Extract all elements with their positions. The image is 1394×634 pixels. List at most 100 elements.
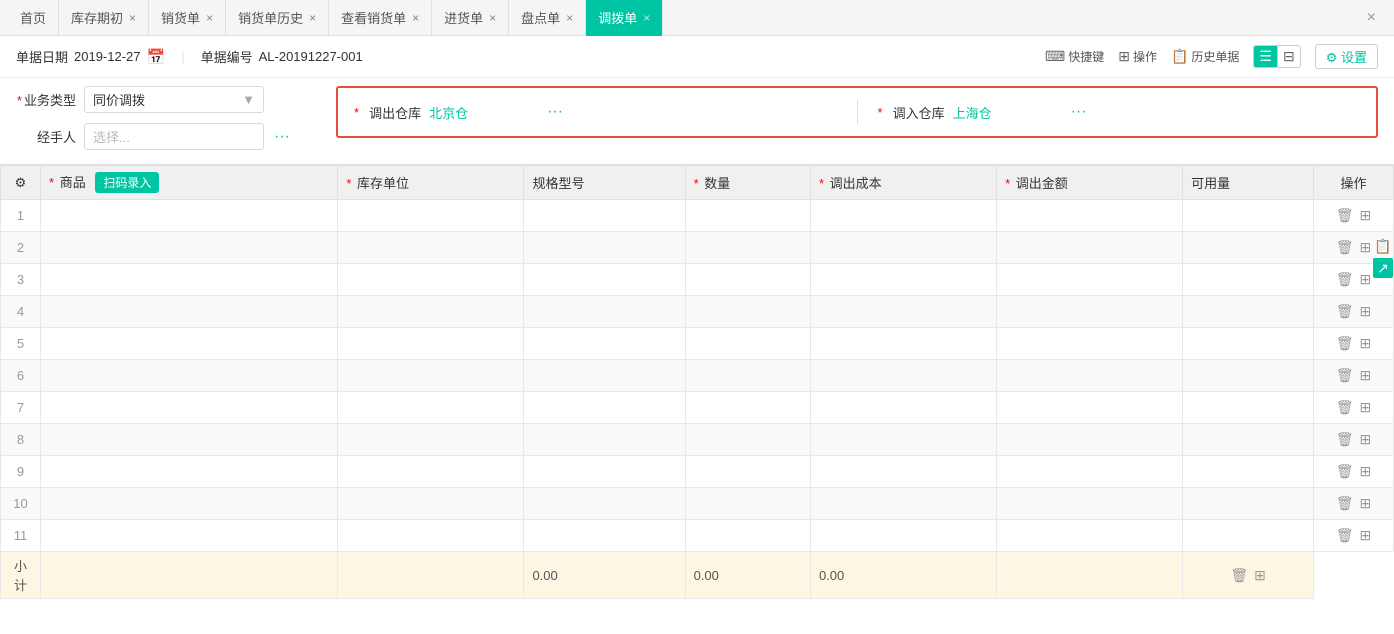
unit-cell[interactable]: [338, 328, 524, 360]
close-inventory-init[interactable]: ×: [129, 11, 136, 25]
available-cell[interactable]: [1183, 424, 1314, 456]
available-cell[interactable]: [1183, 520, 1314, 552]
unit-cell[interactable]: [338, 392, 524, 424]
product-cell[interactable]: [41, 264, 338, 296]
cost-cell[interactable]: [810, 392, 996, 424]
qty-cell[interactable]: [685, 264, 810, 296]
copy-icon[interactable]: ⊞: [1360, 495, 1372, 512]
history-btn[interactable]: 📋 历史单据: [1171, 48, 1239, 65]
amount-cell[interactable]: [997, 424, 1183, 456]
copy-icon[interactable]: ⊞: [1360, 367, 1372, 384]
qty-cell[interactable]: [685, 328, 810, 360]
setting-btn[interactable]: ⚙ 设置: [1315, 44, 1378, 69]
warehouse-in-more[interactable]: ···: [1071, 103, 1087, 121]
copy-icon[interactable]: ⊞: [1360, 239, 1372, 256]
tab-stocktake[interactable]: 盘点单 ×: [509, 0, 586, 36]
tab-inventory-init[interactable]: 库存期初 ×: [59, 0, 149, 36]
copy-icon[interactable]: ⊞: [1360, 303, 1372, 320]
available-cell[interactable]: [1183, 360, 1314, 392]
spec-cell[interactable]: [524, 456, 685, 488]
delete-icon[interactable]: 🗑: [1336, 463, 1354, 480]
delete-icon[interactable]: 🗑: [1336, 431, 1354, 448]
cost-cell[interactable]: [810, 520, 996, 552]
delete-icon[interactable]: 🗑: [1336, 335, 1354, 352]
cost-cell[interactable]: [810, 328, 996, 360]
product-cell[interactable]: [41, 424, 338, 456]
qty-cell[interactable]: [685, 520, 810, 552]
close-sales-order[interactable]: ×: [206, 11, 213, 25]
available-cell[interactable]: [1183, 392, 1314, 424]
cost-cell[interactable]: [810, 360, 996, 392]
copy-icon[interactable]: ⊞: [1360, 207, 1372, 224]
available-cell[interactable]: [1183, 264, 1314, 296]
spec-cell[interactable]: [524, 520, 685, 552]
product-cell[interactable]: [41, 456, 338, 488]
business-type-field[interactable]: 同价调拨 ▼: [84, 86, 264, 113]
tab-sales-history[interactable]: 销货单历史 ×: [226, 0, 329, 36]
close-stocktake[interactable]: ×: [566, 11, 573, 25]
unit-cell[interactable]: [338, 200, 524, 232]
spec-cell[interactable]: [524, 392, 685, 424]
cost-cell[interactable]: [810, 296, 996, 328]
cost-cell[interactable]: [810, 424, 996, 456]
person-field[interactable]: 选择...: [84, 123, 264, 150]
delete-icon[interactable]: 🗑: [1336, 207, 1354, 224]
qty-cell[interactable]: [685, 424, 810, 456]
cost-cell[interactable]: [810, 488, 996, 520]
amount-cell[interactable]: [997, 360, 1183, 392]
scan-btn[interactable]: 扫码录入: [95, 172, 159, 193]
subtotal-copy-icon[interactable]: ⊞: [1254, 567, 1266, 584]
shortcut-btn[interactable]: ⌨ 快捷键: [1045, 48, 1104, 65]
amount-cell[interactable]: [997, 456, 1183, 488]
cost-cell[interactable]: [810, 456, 996, 488]
close-sales-history[interactable]: ×: [309, 11, 316, 25]
warehouse-in-field[interactable]: 上海仓: [953, 103, 1053, 122]
sidebar-export-icon[interactable]: ↗: [1373, 258, 1393, 278]
warehouse-out-field[interactable]: 北京仓: [429, 103, 529, 122]
amount-cell[interactable]: [997, 520, 1183, 552]
qty-cell[interactable]: [685, 488, 810, 520]
available-cell[interactable]: [1183, 328, 1314, 360]
delete-icon[interactable]: 🗑: [1336, 495, 1354, 512]
spec-cell[interactable]: [524, 296, 685, 328]
delete-icon[interactable]: 🗑: [1336, 239, 1354, 256]
delete-icon[interactable]: 🗑: [1336, 399, 1354, 416]
copy-icon[interactable]: ⊞: [1360, 463, 1372, 480]
qty-cell[interactable]: [685, 232, 810, 264]
available-cell[interactable]: [1183, 200, 1314, 232]
product-cell[interactable]: [41, 488, 338, 520]
available-cell[interactable]: [1183, 488, 1314, 520]
unit-cell[interactable]: [338, 456, 524, 488]
spec-cell[interactable]: [524, 424, 685, 456]
qty-cell[interactable]: [685, 456, 810, 488]
product-cell[interactable]: [41, 200, 338, 232]
close-all-tabs[interactable]: ×: [1357, 9, 1386, 27]
available-cell[interactable]: [1183, 296, 1314, 328]
copy-icon[interactable]: ⊞: [1360, 527, 1372, 544]
amount-cell[interactable]: [997, 392, 1183, 424]
copy-icon[interactable]: ⊞: [1360, 399, 1372, 416]
available-cell[interactable]: [1183, 456, 1314, 488]
copy-icon[interactable]: ⊞: [1360, 271, 1372, 288]
unit-cell[interactable]: [338, 424, 524, 456]
qty-cell[interactable]: [685, 392, 810, 424]
grid-view-btn[interactable]: ⊟: [1278, 46, 1300, 67]
copy-icon[interactable]: ⊞: [1360, 335, 1372, 352]
product-cell[interactable]: [41, 360, 338, 392]
tab-sales-order[interactable]: 销货单 ×: [149, 0, 226, 36]
tab-purchase[interactable]: 进货单 ×: [432, 0, 509, 36]
unit-cell[interactable]: [338, 264, 524, 296]
warehouse-out-more[interactable]: ···: [547, 103, 563, 121]
list-view-btn[interactable]: ☰: [1254, 46, 1278, 67]
spec-cell[interactable]: [524, 360, 685, 392]
cost-cell[interactable]: [810, 264, 996, 296]
close-view-sales[interactable]: ×: [412, 11, 419, 25]
spec-cell[interactable]: [524, 488, 685, 520]
amount-cell[interactable]: [997, 200, 1183, 232]
amount-cell[interactable]: [997, 328, 1183, 360]
close-purchase[interactable]: ×: [489, 11, 496, 25]
amount-cell[interactable]: [997, 232, 1183, 264]
product-cell[interactable]: [41, 392, 338, 424]
available-cell[interactable]: [1183, 232, 1314, 264]
tab-view-sales[interactable]: 查看销货单 ×: [329, 0, 432, 36]
